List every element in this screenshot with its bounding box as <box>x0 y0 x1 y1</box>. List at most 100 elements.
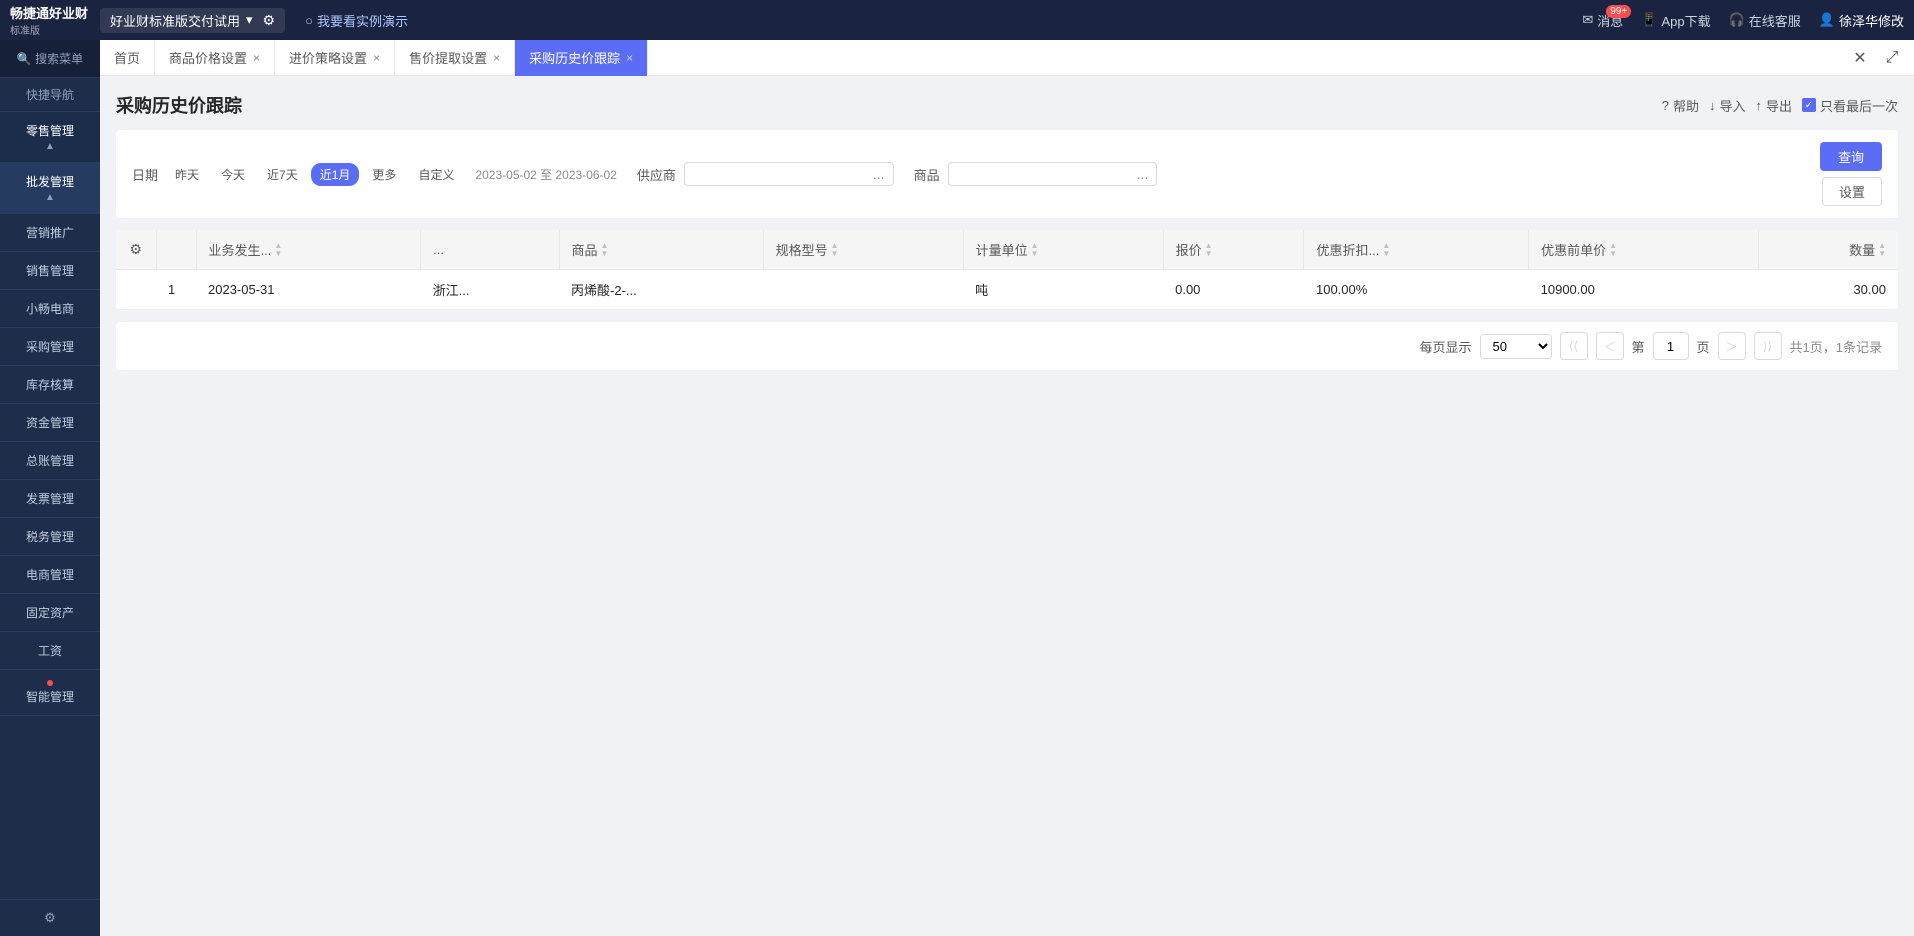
col-price[interactable]: 报价 ▲▼ <box>1163 230 1304 270</box>
chevron-icon: ▲ <box>45 192 55 203</box>
tab-home[interactable]: 首页 <box>100 40 155 76</box>
last-page-btn[interactable]: ⟩⟩ <box>1754 332 1782 360</box>
sidebar-item-retail[interactable]: 零售管理 ▲ <box>0 112 100 163</box>
sort-icon: ▲▼ <box>1609 242 1617 258</box>
sidebar-item-tax[interactable]: 税务管理 <box>0 518 100 556</box>
col-unit-label: 计量单位 <box>976 240 1028 259</box>
date-filter-row: 日期 昨天 今天 近7天 近1月 更多 自定义 2023-05-02 至 202… <box>132 163 617 186</box>
sidebar-item-marketing[interactable]: 营销推广 <box>0 214 100 252</box>
query-button[interactable]: 查询 <box>1820 142 1882 171</box>
messages-btn[interactable]: ✉ 消息 99+ <box>1582 11 1623 30</box>
tab-purchase-history[interactable]: 采购历史价跟踪 × <box>515 40 648 76</box>
settings-icon[interactable]: ⚙ <box>263 12 276 29</box>
sidebar-item-fixed[interactable]: 固定资产 <box>0 594 100 632</box>
col-unit[interactable]: 计量单位 ▲▼ <box>963 230 1163 270</box>
tab-label: 售价提取设置 <box>409 48 487 67</box>
sort-icon: ▲▼ <box>831 242 839 258</box>
tab-close-icon[interactable]: × <box>493 51 500 65</box>
sidebar-item-label: 销售管理 <box>26 262 74 279</box>
tab-sale-price[interactable]: 售价提取设置 × <box>395 40 515 76</box>
demo-link[interactable]: ○ 我要看实例演示 <box>305 11 408 30</box>
sidebar-item-invoice[interactable]: 发票管理 <box>0 480 100 518</box>
first-page-btn[interactable]: ⟨⟨ <box>1560 332 1588 360</box>
col-discount[interactable]: 优惠折扣... ▲▼ <box>1304 230 1529 270</box>
supplier-dots[interactable]: ... <box>873 166 885 182</box>
date-btn-last7[interactable]: 近7天 <box>258 163 307 186</box>
close-tab-btn[interactable]: ✕ <box>1846 44 1874 72</box>
export-label: 导出 <box>1766 96 1792 115</box>
expand-tab-btn[interactable]: ⤢ <box>1878 44 1906 72</box>
prev-page-btn[interactable]: ＜ <box>1596 332 1624 360</box>
col-quantity[interactable]: 数量 ▲▼ <box>1758 230 1898 270</box>
tab-product-price[interactable]: 商品价格设置 × <box>155 40 275 76</box>
page-content: 采购历史价跟踪 ? 帮助 ↓ 导入 ↑ 导出 ✓ <box>100 76 1914 936</box>
col-pre-discount-price[interactable]: 优惠前单价 ▲▼ <box>1529 230 1759 270</box>
total-info: 共1页，1条记录 <box>1790 337 1882 356</box>
date-btn-today[interactable]: 今天 <box>212 163 254 186</box>
sidebar-item-inventory[interactable]: 库存核算 <box>0 366 100 404</box>
sidebar-settings-btn[interactable]: ⚙ <box>0 899 100 936</box>
sidebar-item-smart[interactable]: 智能管理 <box>0 670 100 716</box>
next-page-btn[interactable]: ＞ <box>1718 332 1746 360</box>
tab-close-icon[interactable]: × <box>373 51 380 65</box>
col-product[interactable]: 商品 ▲▼ <box>559 230 763 270</box>
logo-title: 畅捷通好业财 <box>10 3 90 22</box>
tab-close-icon[interactable]: × <box>253 51 260 65</box>
date-label: 日期 <box>132 165 158 184</box>
sidebar-item-accounting[interactable]: 总账管理 <box>0 442 100 480</box>
user-menu[interactable]: 👤 徐泽华修改 <box>1819 11 1904 30</box>
tab-purchase-strategy[interactable]: 进价策略设置 × <box>275 40 395 76</box>
col-spec[interactable]: 规格型号 ▲▼ <box>763 230 963 270</box>
sidebar-item-label: 零售管理 <box>26 122 74 139</box>
col-dots[interactable]: ... <box>421 230 559 270</box>
export-btn[interactable]: ↑ 导出 <box>1755 96 1792 115</box>
sidebar-item-label: 智能管理 <box>26 688 74 705</box>
col-biz-date[interactable]: 业务发生... ▲▼ <box>196 230 421 270</box>
demo-label: 我要看实例演示 <box>317 11 408 30</box>
only-last-checkbox[interactable]: ✓ 只看最后一次 <box>1802 96 1898 115</box>
setting-button[interactable]: 设置 <box>1822 177 1882 206</box>
supplier-input[interactable] <box>693 167 869 182</box>
row-price: 0.00 <box>1163 270 1304 310</box>
version-selector[interactable]: 好业财标准版交付试用 ▾ ⚙ <box>100 8 285 33</box>
tab-close-icon[interactable]: × <box>626 51 633 65</box>
date-btn-yesterday[interactable]: 昨天 <box>166 163 208 186</box>
sidebar-item-ecom[interactable]: 电商管理 <box>0 556 100 594</box>
page-number-input[interactable] <box>1653 332 1689 360</box>
per-page-select[interactable]: 50 20 100 <box>1480 334 1552 359</box>
sidebar-item-finance[interactable]: 资金管理 <box>0 404 100 442</box>
per-page-label: 每页显示 <box>1419 337 1471 356</box>
row-product: 丙烯酸-2-... <box>559 270 763 310</box>
row-gear <box>116 270 156 310</box>
date-btn-last1m[interactable]: 近1月 <box>311 163 360 186</box>
supplier-input-wrap: ... <box>684 162 894 186</box>
quick-nav[interactable]: 快捷导航 <box>0 78 100 112</box>
row-discount: 100.00% <box>1304 270 1529 310</box>
product-input[interactable] <box>957 167 1133 182</box>
sidebar-item-label: 库存核算 <box>26 376 74 393</box>
product-filter-row: 商品 ... <box>914 162 1158 186</box>
import-btn[interactable]: ↓ 导入 <box>1709 96 1746 115</box>
search-label: 搜索菜单 <box>35 52 83 66</box>
app-download-btn[interactable]: 📱 App下载 <box>1641 11 1710 30</box>
top-bar: 畅捷通好业财 标准版 好业财标准版交付试用 ▾ ⚙ ○ 我要看实例演示 ✉ 消息… <box>0 0 1914 40</box>
sidebar-item-salary[interactable]: 工资 <box>0 632 100 670</box>
sidebar-search[interactable]: 🔍 搜索菜单 <box>0 40 100 78</box>
sidebar-item-ecom-small[interactable]: 小畅电商 <box>0 290 100 328</box>
col-settings[interactable]: ⚙ <box>116 230 156 270</box>
help-btn[interactable]: ? 帮助 <box>1662 96 1699 115</box>
filter-actions: 查询 设置 <box>1820 142 1882 206</box>
sidebar-item-wholesale[interactable]: 批发管理 ▲ <box>0 163 100 214</box>
date-btn-custom[interactable]: 自定义 <box>409 163 463 186</box>
date-btn-more[interactable]: 更多 <box>363 163 405 186</box>
messages-badge: 99+ <box>1606 5 1631 18</box>
product-dots[interactable]: ... <box>1137 166 1149 182</box>
table-wrap: ⚙ 业务发生... ▲▼ ... 商品 <box>116 230 1898 310</box>
col-spec-label: 规格型号 <box>776 240 828 259</box>
row-supplier: 浙江... <box>421 270 559 310</box>
online-service-btn[interactable]: 🎧 在线客服 <box>1729 11 1801 30</box>
col-pre-discount-price-label: 优惠前单价 <box>1541 240 1606 259</box>
sidebar-item-purchase[interactable]: 采购管理 <box>0 328 100 366</box>
row-biz-date: 2023-05-31 <box>196 270 421 310</box>
sidebar-item-sales[interactable]: 销售管理 <box>0 252 100 290</box>
